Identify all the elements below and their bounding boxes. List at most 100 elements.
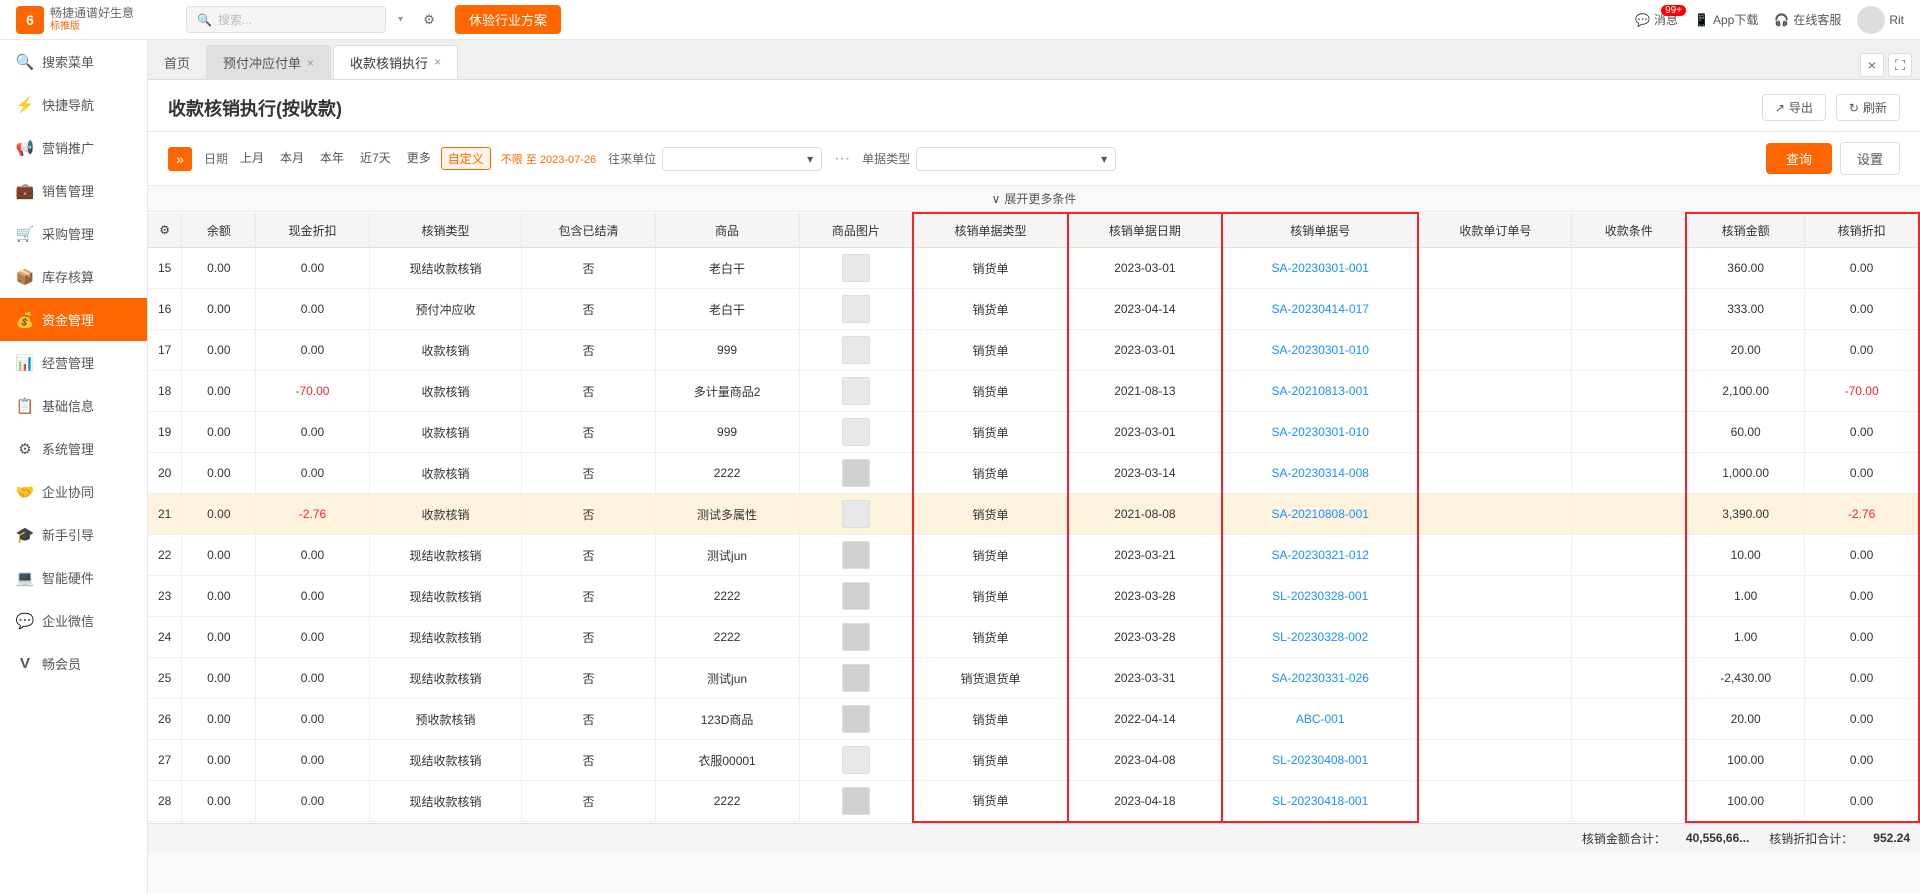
td-condition xyxy=(1572,740,1686,781)
td-bill-no[interactable]: SL-20230328-002 xyxy=(1222,617,1418,658)
td-bill-no[interactable]: SA-20230301-001 xyxy=(1222,248,1418,289)
bill-no-link[interactable]: ABC-001 xyxy=(1296,712,1345,726)
bill-no-link[interactable]: SL-20230328-001 xyxy=(1272,589,1368,603)
unit-select[interactable]: ▾ xyxy=(662,147,822,171)
sidebar-item-sales[interactable]: 💼 销售管理 xyxy=(0,169,147,212)
date-btn-custom[interactable]: 自定义 xyxy=(441,147,491,170)
th-settings[interactable]: ⚙ xyxy=(148,213,182,248)
td-product: 测试多属性 xyxy=(655,494,799,535)
tab-writeoff[interactable]: 收款核销执行 × xyxy=(333,45,458,79)
app-download-btn[interactable]: 📱 App下载 xyxy=(1694,11,1758,28)
th-balance: 余额 xyxy=(182,213,256,248)
messages-btn[interactable]: 💬 消息 99+ xyxy=(1635,11,1678,28)
td-bill-no[interactable]: SA-20230301-010 xyxy=(1222,412,1418,453)
bill-no-link[interactable]: SA-20230301-010 xyxy=(1272,343,1369,357)
industry-solution-btn[interactable]: 休验行业方案 xyxy=(455,5,561,34)
tab-close-prepayment[interactable]: × xyxy=(307,57,314,69)
sidebar-item-shortcuts[interactable]: ⚡ 快捷导航 xyxy=(0,83,147,126)
bill-no-link[interactable]: SA-20230314-008 xyxy=(1272,466,1369,480)
td-bill-no[interactable]: SA-20210808-001 xyxy=(1222,494,1418,535)
export-btn[interactable]: ↗ 导出 xyxy=(1762,94,1826,121)
sidebar-item-search[interactable]: 🔍 搜索菜单 xyxy=(0,40,147,83)
sidebar-item-guide[interactable]: 🎓 新手引导 xyxy=(0,513,147,556)
search-icon: 🔍 xyxy=(197,13,212,27)
tab-fullscreen-btn[interactable]: ⛶ xyxy=(1888,53,1912,77)
bill-no-link[interactable]: SL-20230408-001 xyxy=(1272,753,1368,767)
td-discount: 0.00 xyxy=(256,576,369,617)
sidebar-item-operations[interactable]: 📊 经营管理 xyxy=(0,341,147,384)
td-type: 现结收款核销 xyxy=(369,617,522,658)
sidebar-item-wechat[interactable]: 💬 企业微信 xyxy=(0,599,147,642)
sidebar-item-marketing[interactable]: 📢 营销推广 xyxy=(0,126,147,169)
td-amount: 20.00 xyxy=(1686,699,1805,740)
global-search[interactable]: 🔍 搜索... xyxy=(186,6,386,33)
td-discount: 0.00 xyxy=(256,617,369,658)
td-bill-no[interactable]: ABC-001 xyxy=(1222,699,1418,740)
tab-home[interactable]: 首页 xyxy=(148,45,206,79)
sidebar-item-hardware[interactable]: 💻 智能硬件 xyxy=(0,556,147,599)
sidebar-item-inventory[interactable]: 📦 库存核算 xyxy=(0,255,147,298)
filter-expand-btn[interactable]: » xyxy=(168,147,192,171)
sidebar-item-finance[interactable]: 💰 资金管理 xyxy=(0,298,147,341)
sidebar-item-system[interactable]: ⚙ 系统管理 xyxy=(0,427,147,470)
tab-close-writeoff[interactable]: × xyxy=(434,56,441,68)
sidebar-item-purchase[interactable]: 🛒 采购管理 xyxy=(0,212,147,255)
td-amount: 10.00 xyxy=(1686,535,1805,576)
td-bill-no[interactable]: SA-20230321-012 xyxy=(1222,535,1418,576)
sidebar-item-collaboration[interactable]: 🤝 企业协同 xyxy=(0,470,147,513)
settings-icon[interactable]: ⚙ xyxy=(415,6,443,34)
td-id: 19 xyxy=(148,412,182,453)
td-product: 多计量商品2 xyxy=(655,371,799,412)
td-bill-no[interactable]: SA-20230414-017 xyxy=(1222,289,1418,330)
bill-no-link[interactable]: SA-20230301-001 xyxy=(1272,261,1369,275)
query-btn[interactable]: 查询 xyxy=(1766,143,1832,174)
td-amount: 100.00 xyxy=(1686,781,1805,822)
td-bill-type: 销货单 xyxy=(913,494,1067,535)
td-bill-no[interactable]: SL-20230408-001 xyxy=(1222,740,1418,781)
td-bill-no[interactable]: SA-20230301-010 xyxy=(1222,330,1418,371)
online-service-btn[interactable]: 🎧 在线客服 xyxy=(1774,11,1841,28)
finance-icon: 💰 xyxy=(16,311,34,329)
bill-no-link[interactable]: SA-20230331-026 xyxy=(1272,671,1369,685)
td-bill-no[interactable]: SL-20230328-001 xyxy=(1222,576,1418,617)
expand-more-btn[interactable]: ∨ 展开更多条件 xyxy=(992,190,1077,207)
td-bill-type: 销货单 xyxy=(913,371,1067,412)
date-btn-7days[interactable]: 近7天 xyxy=(354,147,397,170)
user-profile[interactable]: Rit xyxy=(1857,6,1904,34)
date-btn-this-month[interactable]: 本月 xyxy=(274,147,310,170)
tab-prepayment[interactable]: 预付冲应付单 × xyxy=(206,45,331,79)
td-amount: 20.00 xyxy=(1686,330,1805,371)
bill-no-link[interactable]: SA-20230321-012 xyxy=(1272,548,1369,562)
date-btn-last-month[interactable]: 上月 xyxy=(234,147,270,170)
date-btn-this-year[interactable]: 本年 xyxy=(314,147,350,170)
td-bill-no[interactable]: SL-20230418-001 xyxy=(1222,781,1418,822)
bill-no-link[interactable]: SA-20210813-001 xyxy=(1272,384,1369,398)
td-bill-no[interactable]: SA-20210813-001 xyxy=(1222,371,1418,412)
filter-settings-btn[interactable]: 设置 xyxy=(1840,142,1900,175)
bill-no-link[interactable]: SL-20230418-001 xyxy=(1272,794,1368,808)
td-bill-no[interactable]: SA-20230331-026 xyxy=(1222,658,1418,699)
refresh-btn[interactable]: ↻ 刷新 xyxy=(1836,94,1900,121)
bill-no-link[interactable]: SA-20210808-001 xyxy=(1272,507,1369,521)
td-included: 否 xyxy=(522,617,655,658)
bill-no-link[interactable]: SL-20230328-002 xyxy=(1272,630,1368,644)
sidebar-item-member[interactable]: V 畅会员 xyxy=(0,642,147,685)
td-product-img xyxy=(799,494,913,535)
td-product-img xyxy=(799,576,913,617)
td-order-no xyxy=(1418,412,1572,453)
search-dropdown-arrow[interactable]: ▾ xyxy=(398,14,403,25)
td-bill-no[interactable]: SA-20230314-008 xyxy=(1222,453,1418,494)
td-amount: 1.00 xyxy=(1686,617,1805,658)
bill-type-arrow: ▾ xyxy=(1101,152,1107,166)
bill-no-link[interactable]: SA-20230301-010 xyxy=(1272,425,1369,439)
td-bill-type: 销货单 xyxy=(913,740,1067,781)
tab-close-btn[interactable]: × xyxy=(1860,53,1884,77)
date-btn-more[interactable]: 更多 xyxy=(401,147,437,170)
unit-filter-section: 往来单位 ▾ xyxy=(608,147,822,171)
td-balance: 0.00 xyxy=(182,699,256,740)
sidebar-item-basic-info[interactable]: 📋 基础信息 xyxy=(0,384,147,427)
bill-type-select[interactable]: ▾ xyxy=(916,147,1116,171)
bill-no-link[interactable]: SA-20230414-017 xyxy=(1272,302,1369,316)
td-product: 2222 xyxy=(655,781,799,822)
td-product-img xyxy=(799,371,913,412)
